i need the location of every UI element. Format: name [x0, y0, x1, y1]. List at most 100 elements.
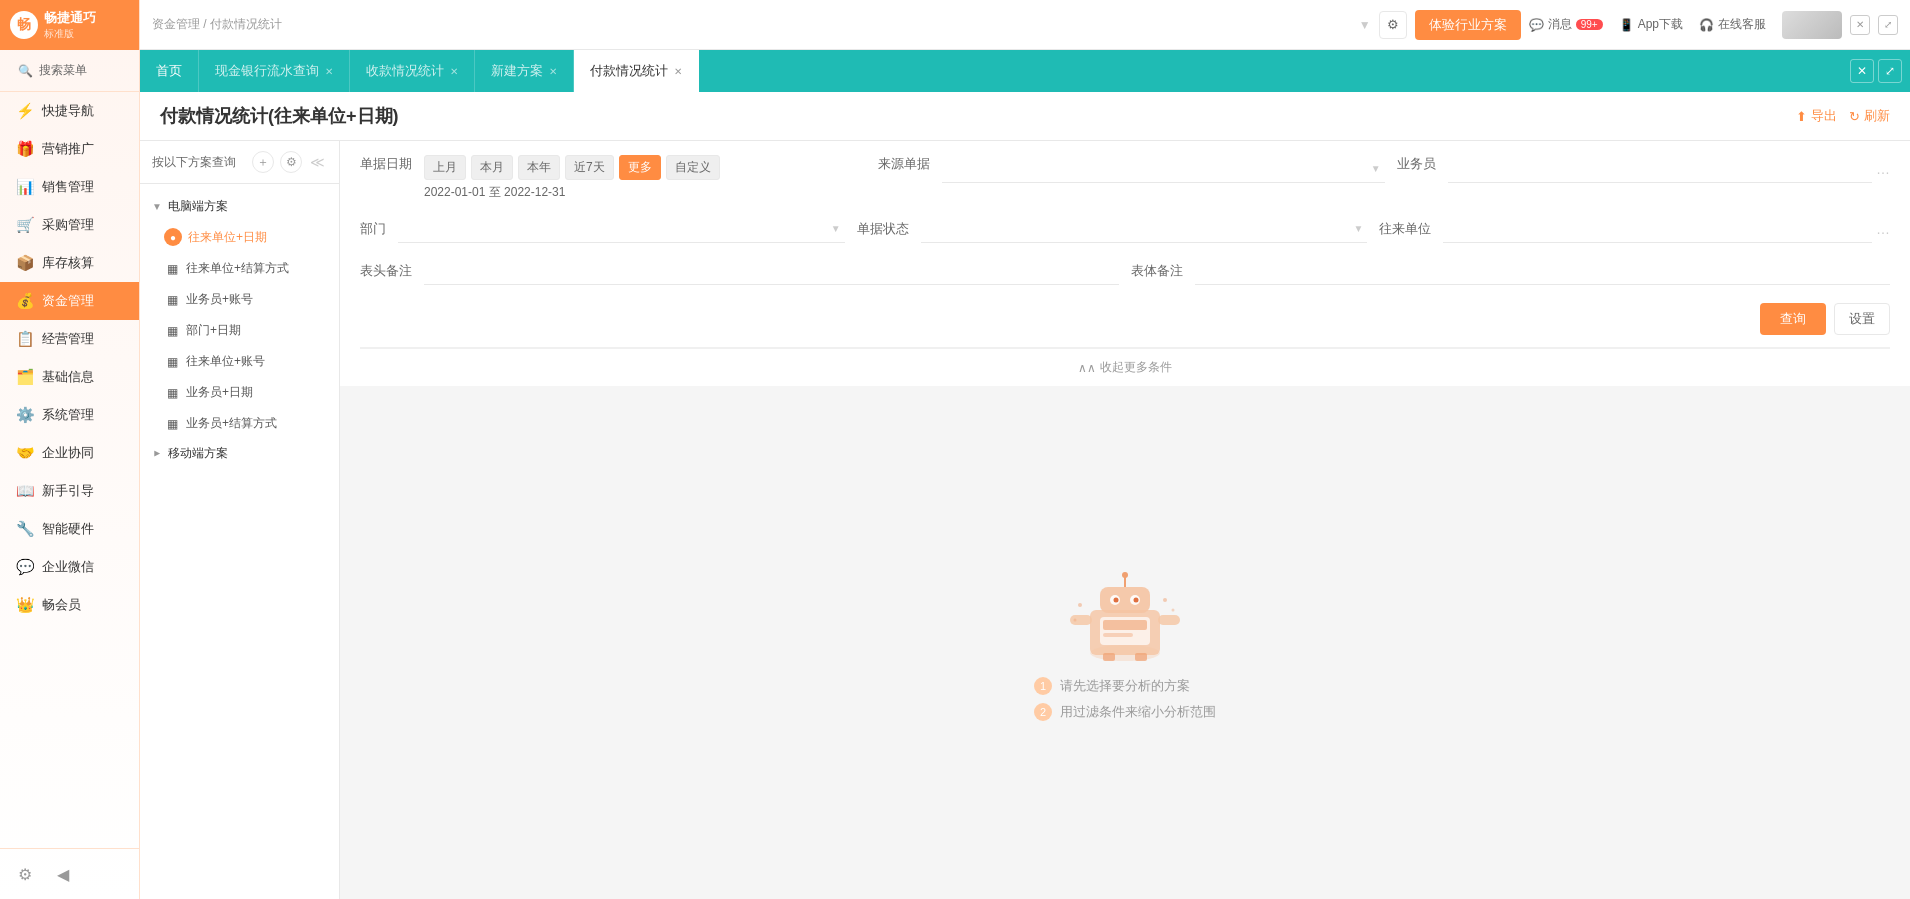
window-close-btn[interactable]: ✕: [1850, 15, 1870, 35]
filter-main-area: 单据日期 上月 本月 本年 近7天 更多 自定义 2022-01-01 至 20…: [340, 141, 1910, 386]
tab-fullscreen-btn[interactable]: ⤢: [1878, 59, 1902, 83]
refresh-btn[interactable]: ↻ 刷新: [1849, 107, 1890, 125]
scheme-collapse-btn[interactable]: ≪: [308, 152, 327, 172]
hint-num-2: 2: [1034, 703, 1052, 721]
sidebar-item-guide[interactable]: 📖 新手引导: [0, 472, 139, 510]
cooperation-icon: 🤝: [16, 444, 34, 462]
doc-status-arrow-icon: ▼: [1353, 223, 1363, 234]
window-maximize-btn[interactable]: ⤢: [1878, 15, 1898, 35]
body-note-input[interactable]: [1195, 257, 1890, 285]
doc-status-select[interactable]: ▼: [921, 215, 1368, 243]
svg-point-19: [1074, 618, 1077, 621]
online-service-btn[interactable]: 🎧 在线客服: [1699, 16, 1766, 33]
user-avatar[interactable]: [1782, 11, 1842, 39]
scheme-mobile-group[interactable]: ▼ 移动端方案: [140, 439, 339, 468]
tab-bank[interactable]: 现金银行流水查询 ✕: [199, 50, 350, 92]
body-note-field[interactable]: [1199, 264, 1886, 278]
sidebar-item-hardware[interactable]: 🔧 智能硬件: [0, 510, 139, 548]
svg-point-10: [1114, 597, 1119, 602]
tab-new-scheme-close[interactable]: ✕: [549, 66, 557, 77]
tab-receipt-close[interactable]: ✕: [450, 66, 458, 77]
sidebar-item-wechat[interactable]: 💬 企业微信: [0, 548, 139, 586]
shortcut-icon: ⚡: [16, 102, 34, 120]
scheme-item-dept-date[interactable]: ▦ 部门+日期: [140, 315, 339, 346]
app-download-btn[interactable]: 📱 App下载: [1619, 16, 1683, 33]
sidebar-item-sales[interactable]: 📊 销售管理: [0, 168, 139, 206]
setting-btn[interactable]: 设置: [1834, 303, 1890, 335]
sidebar-item-marketing[interactable]: 🎁 营销推广: [0, 130, 139, 168]
empty-hint-2: 2 用过滤条件来缩小分析范围: [1034, 703, 1216, 721]
sidebar-item-purchase[interactable]: 🛒 采购管理: [0, 206, 139, 244]
scheme-item-staff-settlement[interactable]: ▦ 业务员+结算方式: [140, 408, 339, 439]
unit-input[interactable]: [1443, 215, 1872, 243]
dept-select[interactable]: ▼: [398, 215, 845, 243]
date-btn-this-month[interactable]: 本月: [471, 155, 513, 180]
date-btn-this-year[interactable]: 本年: [518, 155, 560, 180]
staff-input-field[interactable]: [1452, 162, 1868, 176]
trial-btn[interactable]: 体验行业方案: [1415, 10, 1521, 40]
tab-new-scheme[interactable]: 新建方案 ✕: [475, 50, 574, 92]
messages-btn[interactable]: 💬 消息 99+: [1529, 16, 1603, 33]
sidebar-item-inventory[interactable]: 📦 库存核算: [0, 244, 139, 282]
date-btn-7days[interactable]: 近7天: [565, 155, 614, 180]
topbar-gear-btn[interactable]: ⚙: [1379, 11, 1407, 39]
header-note-field[interactable]: [428, 264, 1115, 278]
search-menu-button[interactable]: 🔍 搜索菜单: [10, 58, 129, 83]
new-scheme-tab-label: 新建方案: [491, 62, 543, 80]
unit-input-field[interactable]: [1447, 222, 1868, 236]
tab-payment[interactable]: 付款情况统计 ✕: [574, 50, 699, 92]
sidebar-item-member[interactable]: 👑 畅会员: [0, 586, 139, 624]
scheme-desktop-group[interactable]: ▼ 电脑端方案: [140, 192, 339, 221]
svg-point-18: [1172, 608, 1175, 611]
finance-icon: 💰: [16, 292, 34, 310]
filter-form: 单据日期 上月 本月 本年 近7天 更多 自定义 2022-01-01 至 20…: [340, 141, 1910, 899]
unit-field: …: [1443, 215, 1890, 243]
sidebar: 畅 畅捷通巧 标准版 🔍 搜索菜单 ⚡ 快捷导航 🎁 营销推广 📊 销售管理 🛒…: [0, 0, 140, 899]
receipt-tab-label: 收款情况统计: [366, 62, 444, 80]
source-select[interactable]: ▼: [942, 155, 1384, 183]
scheme-settings-btn[interactable]: ⚙: [280, 151, 302, 173]
service-icon: 🎧: [1699, 18, 1714, 32]
date-btn-more[interactable]: 更多: [619, 155, 661, 180]
scheme-item-staff-account[interactable]: ▦ 业务员+账号: [140, 284, 339, 315]
sidebar-item-system[interactable]: ⚙️ 系统管理: [0, 396, 139, 434]
sidebar-item-finance[interactable]: 💰 资金管理: [0, 282, 139, 320]
scheme-item-unit-settlement[interactable]: ▦ 往来单位+结算方式: [140, 253, 339, 284]
collapse-chevron-icon: ∧∧: [1078, 361, 1096, 375]
payment-tab-label: 付款情况统计: [590, 62, 668, 80]
staff-label: 业务员: [1397, 155, 1436, 173]
unit-dots-btn[interactable]: …: [1876, 221, 1890, 237]
scheme-item-unit-date[interactable]: ● 往来单位+日期: [140, 221, 339, 253]
mobile-group-label: 移动端方案: [168, 445, 228, 462]
sidebar-item-basic[interactable]: 🗂️ 基础信息: [0, 358, 139, 396]
sidebar-logo: 畅 畅捷通巧 标准版: [0, 0, 139, 50]
svg-point-16: [1078, 603, 1082, 607]
date-btn-custom[interactable]: 自定义: [666, 155, 720, 180]
tab-receipt[interactable]: 收款情况统计 ✕: [350, 50, 475, 92]
tab-payment-close[interactable]: ✕: [674, 66, 682, 77]
staff-dots-btn[interactable]: …: [1876, 161, 1890, 177]
svg-point-11: [1134, 597, 1139, 602]
collapse-more-btn[interactable]: ∧∧ 收起更多条件: [1078, 359, 1172, 376]
tab-bank-close[interactable]: ✕: [325, 66, 333, 77]
tab-home[interactable]: 首页: [140, 50, 199, 92]
query-btn[interactable]: 查询: [1760, 303, 1826, 335]
scheme-add-btn[interactable]: ＋: [252, 151, 274, 173]
export-btn[interactable]: ⬆ 导出: [1796, 107, 1837, 125]
sidebar-item-cooperation[interactable]: 🤝 企业协同: [0, 434, 139, 472]
date-btn-last-month[interactable]: 上月: [424, 155, 466, 180]
scheme-item-staff-date[interactable]: ▦ 业务员+日期: [140, 377, 339, 408]
sidebar-item-management[interactable]: 📋 经营管理: [0, 320, 139, 358]
message-icon: 💬: [1529, 18, 1544, 32]
tab-close-all-btn[interactable]: ✕: [1850, 59, 1874, 83]
export-icon: ⬆: [1796, 109, 1807, 124]
settings-btn[interactable]: ⚙: [10, 859, 40, 889]
refresh-icon: ↻: [1849, 109, 1860, 124]
collapse-sidebar-btn[interactable]: ◀: [48, 859, 78, 889]
date-label: 单据日期: [360, 155, 412, 173]
header-note-input[interactable]: [424, 257, 1119, 285]
sidebar-item-shortcut[interactable]: ⚡ 快捷导航: [0, 92, 139, 130]
scheme-item-unit-account[interactable]: ▦ 往来单位+账号: [140, 346, 339, 377]
staff-input[interactable]: [1448, 155, 1872, 183]
logo-subtitle: 标准版: [44, 27, 96, 41]
